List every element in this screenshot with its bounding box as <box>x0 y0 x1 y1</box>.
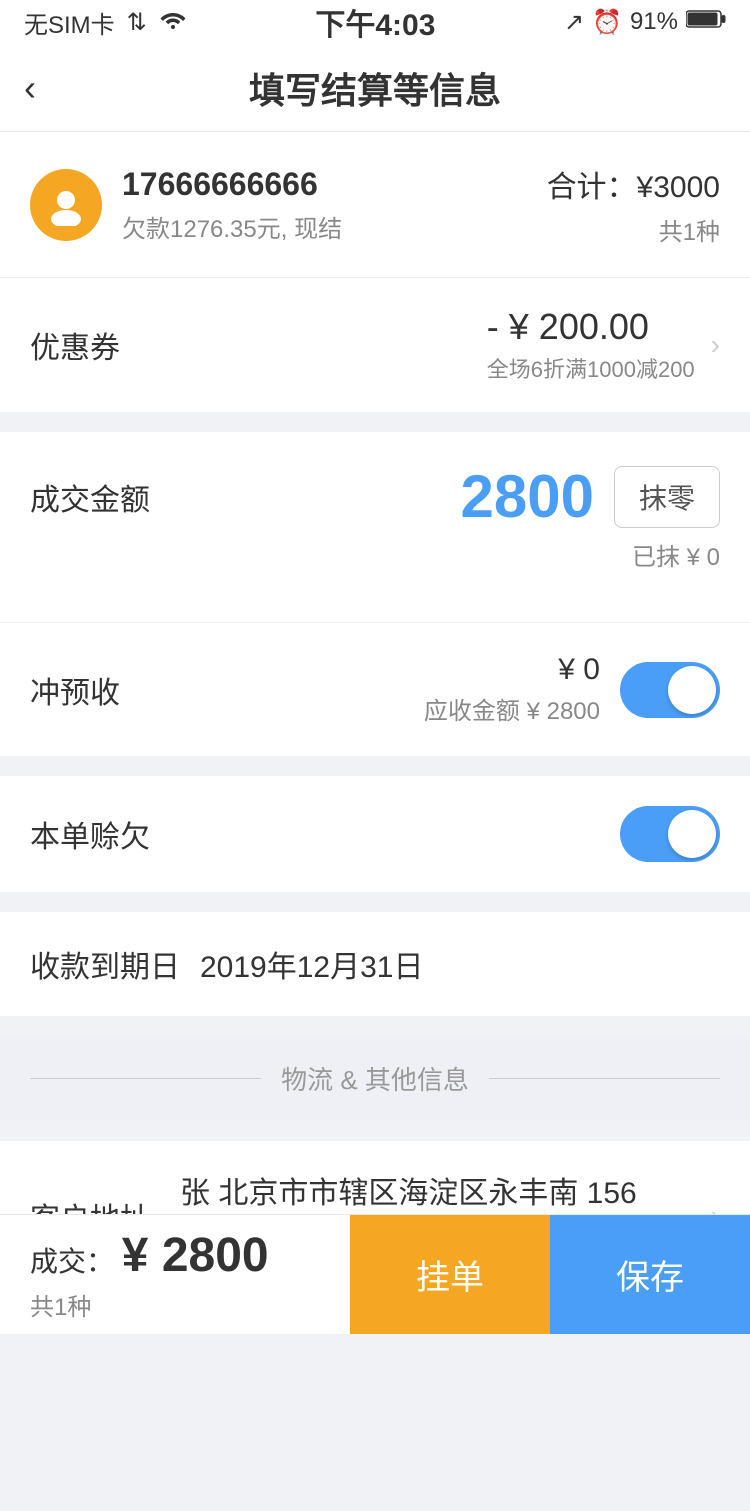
bottom-deal-line: 成交： ¥ 2800 <box>30 1228 320 1283</box>
credit-toggle-knob <box>668 810 716 858</box>
wifi-icon: ⇅ <box>127 8 147 37</box>
bottom-amount: ¥ 2800 <box>122 1229 269 1282</box>
due-date-section: 收款到期日 2019年12月31日 <box>0 912 750 1016</box>
status-left: 无SIM卡 ⇅ <box>24 5 187 40</box>
divider-section: 物流 & 其他信息 <box>0 1036 750 1121</box>
customer-total: 合计：¥3000 共1种 <box>547 162 720 247</box>
back-button[interactable]: ‹ <box>24 67 36 109</box>
precollect-amount: ¥ 0 <box>424 653 600 687</box>
credit-label: 本单赊欠 <box>30 812 150 856</box>
bottom-deal-label: 成交： <box>30 1246 114 1277</box>
coupon-row[interactable]: 优惠券 - ¥ 200.00 全场6折满1000减200 › <box>0 277 750 412</box>
precollect-right: ¥ 0 应收金额 ¥ 2800 <box>424 653 720 726</box>
coupon-label: 优惠券 <box>30 323 120 367</box>
bottom-bar: 成交： ¥ 2800 共1种 挂单 保存 <box>0 1214 750 1334</box>
due-date-value: 2019年12月31日 <box>200 942 423 986</box>
precollect-label: 冲预收 <box>30 668 120 712</box>
total-count: 共1种 <box>547 212 720 247</box>
location-icon: ↗ <box>564 8 584 37</box>
precollect-section: 冲预收 ¥ 0 应收金额 ¥ 2800 <box>0 622 750 756</box>
bottom-summary: 成交： ¥ 2800 共1种 <box>0 1228 350 1322</box>
customer-section: 17666666666 欠款1276.35元, 现结 合计：¥3000 共1种 … <box>0 132 750 412</box>
battery-icon <box>686 8 726 36</box>
deal-sub: 已抹 ¥ 0 <box>30 537 720 572</box>
status-bar: 无SIM卡 ⇅ 下午4:03 ↗ ⏰ 91% <box>0 0 750 44</box>
coupon-discount: - ¥ 200.00 <box>487 306 695 348</box>
deal-amount-row: 成交金额 2800 抹零 已抹 ¥ 0 <box>0 432 750 602</box>
battery-text: 91% <box>630 8 678 36</box>
deal-right: 2800 抹零 <box>461 462 721 531</box>
avatar <box>30 169 102 241</box>
deal-section: 成交金额 2800 抹零 已抹 ¥ 0 冲预收 ¥ 0 应收金额 ¥ 2800 <box>0 432 750 756</box>
bottom-count: 共1种 <box>30 1287 320 1322</box>
coupon-right: - ¥ 200.00 全场6折满1000减200 › <box>487 306 720 384</box>
empty-space <box>0 1311 750 1511</box>
coupon-detail: 全场6折满1000减200 <box>487 352 695 384</box>
save-button[interactable]: 保存 <box>550 1215 750 1334</box>
chevron-right-icon: › <box>711 329 720 361</box>
deal-label: 成交金额 <box>30 475 150 519</box>
divider-line-left <box>30 1078 261 1079</box>
nav-title: 填写结算等信息 <box>249 62 501 114</box>
customer-left: 17666666666 欠款1276.35元, 现结 <box>30 166 342 244</box>
customer-debt: 欠款1276.35元, 现结 <box>122 209 342 244</box>
hang-button[interactable]: 挂单 <box>350 1215 550 1334</box>
divider-line-right <box>489 1078 720 1079</box>
credit-row: 本单赊欠 <box>30 806 720 862</box>
deal-row: 成交金额 2800 抹零 <box>30 462 720 531</box>
total-amount: 合计：¥3000 <box>547 162 720 206</box>
toggle-knob <box>668 666 716 714</box>
status-right: ↗ ⏰ 91% <box>564 8 726 37</box>
precollect-sub: 应收金额 ¥ 2800 <box>424 691 600 726</box>
bottom-actions: 挂单 保存 <box>350 1215 750 1334</box>
wifi-signal <box>159 8 187 36</box>
deal-amount: 2800 <box>461 462 594 531</box>
customer-row: 17666666666 欠款1276.35元, 现结 合计：¥3000 共1种 <box>0 132 750 277</box>
carrier-text: 无SIM卡 <box>24 5 115 40</box>
status-time: 下午4:03 <box>315 0 435 44</box>
precollect-row: 冲预收 ¥ 0 应收金额 ¥ 2800 <box>30 653 720 726</box>
due-row: 收款到期日 2019年12月31日 <box>30 942 720 986</box>
alarm-icon: ⏰ <box>592 8 622 37</box>
precollect-amount-block: ¥ 0 应收金额 ¥ 2800 <box>424 653 600 726</box>
round-button[interactable]: 抹零 <box>614 466 720 528</box>
divider-text: 物流 & 其他信息 <box>281 1060 469 1097</box>
credit-section: 本单赊欠 <box>0 776 750 892</box>
customer-info: 17666666666 欠款1276.35元, 现结 <box>122 166 342 244</box>
due-date-label: 收款到期日 <box>30 942 180 986</box>
nav-bar: ‹ 填写结算等信息 <box>0 44 750 132</box>
credit-toggle[interactable] <box>620 806 720 862</box>
precollect-toggle[interactable] <box>620 662 720 718</box>
customer-phone: 17666666666 <box>122 166 342 203</box>
